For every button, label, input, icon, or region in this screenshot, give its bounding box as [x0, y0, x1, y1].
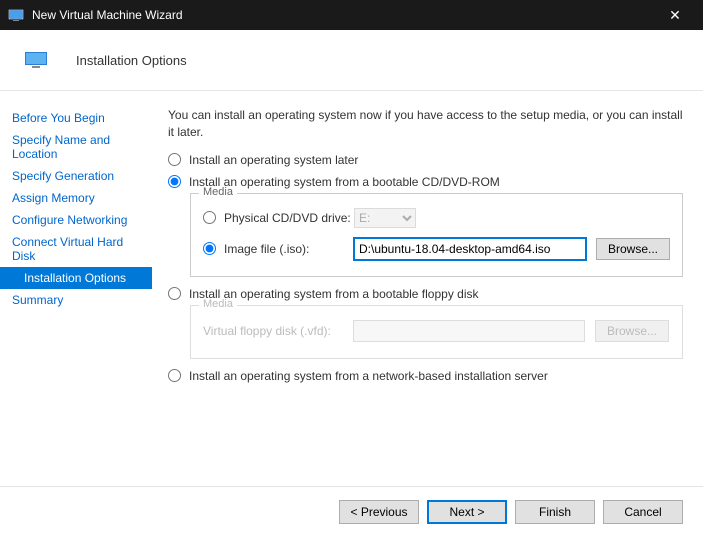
radio-physical-drive[interactable]: [203, 211, 216, 224]
media-legend: Media: [199, 186, 237, 198]
label-vfd: Virtual floppy disk (.vfd):: [203, 324, 353, 338]
step-installation-options[interactable]: Installation Options: [0, 267, 152, 289]
previous-button[interactable]: < Previous: [339, 500, 419, 524]
monitor-icon: [24, 50, 48, 70]
vm-icon: [8, 7, 24, 23]
browse-iso-button[interactable]: Browse...: [596, 238, 670, 260]
cancel-button[interactable]: Cancel: [603, 500, 683, 524]
step-specify-name[interactable]: Specify Name and Location: [0, 129, 152, 165]
floppy-fieldset: Media Virtual floppy disk (.vfd): Browse…: [190, 305, 683, 359]
step-specify-generation[interactable]: Specify Generation: [0, 165, 152, 187]
label-physical-drive: Physical CD/DVD drive:: [224, 211, 354, 225]
radio-image-file[interactable]: [203, 242, 216, 255]
browse-vfd-button: Browse...: [595, 320, 669, 342]
radio-install-later[interactable]: [168, 153, 181, 166]
floppy-legend: Media: [199, 298, 237, 310]
finish-button[interactable]: Finish: [515, 500, 595, 524]
titlebar: New Virtual Machine Wizard ✕: [0, 0, 703, 30]
label-install-network[interactable]: Install an operating system from a netwo…: [189, 369, 548, 383]
page-title: Installation Options: [76, 53, 187, 68]
wizard-footer: < Previous Next > Finish Cancel: [0, 486, 703, 536]
radio-install-network[interactable]: [168, 369, 181, 382]
radio-install-floppy[interactable]: [168, 287, 181, 300]
media-fieldset: Media Physical CD/DVD drive: E: Image fi…: [190, 193, 683, 277]
wizard-content: You can install an operating system now …: [152, 91, 703, 486]
intro-text: You can install an operating system now …: [168, 107, 683, 141]
step-assign-memory[interactable]: Assign Memory: [0, 187, 152, 209]
input-iso-path[interactable]: [354, 238, 586, 260]
next-button[interactable]: Next >: [427, 500, 507, 524]
wizard-steps: Before You Begin Specify Name and Locati…: [0, 91, 152, 486]
step-summary[interactable]: Summary: [0, 289, 152, 311]
wizard-header: Installation Options: [0, 30, 703, 90]
radio-install-cd[interactable]: [168, 175, 181, 188]
label-install-later[interactable]: Install an operating system later: [189, 153, 358, 167]
input-vfd-path: [353, 320, 585, 342]
label-image-file: Image file (.iso):: [224, 242, 354, 256]
close-icon[interactable]: ✕: [655, 7, 695, 24]
select-drive-letter[interactable]: E:: [354, 208, 416, 228]
window-title: New Virtual Machine Wizard: [32, 8, 655, 22]
step-connect-vhd[interactable]: Connect Virtual Hard Disk: [0, 231, 152, 267]
step-configure-networking[interactable]: Configure Networking: [0, 209, 152, 231]
step-before-you-begin[interactable]: Before You Begin: [0, 107, 152, 129]
